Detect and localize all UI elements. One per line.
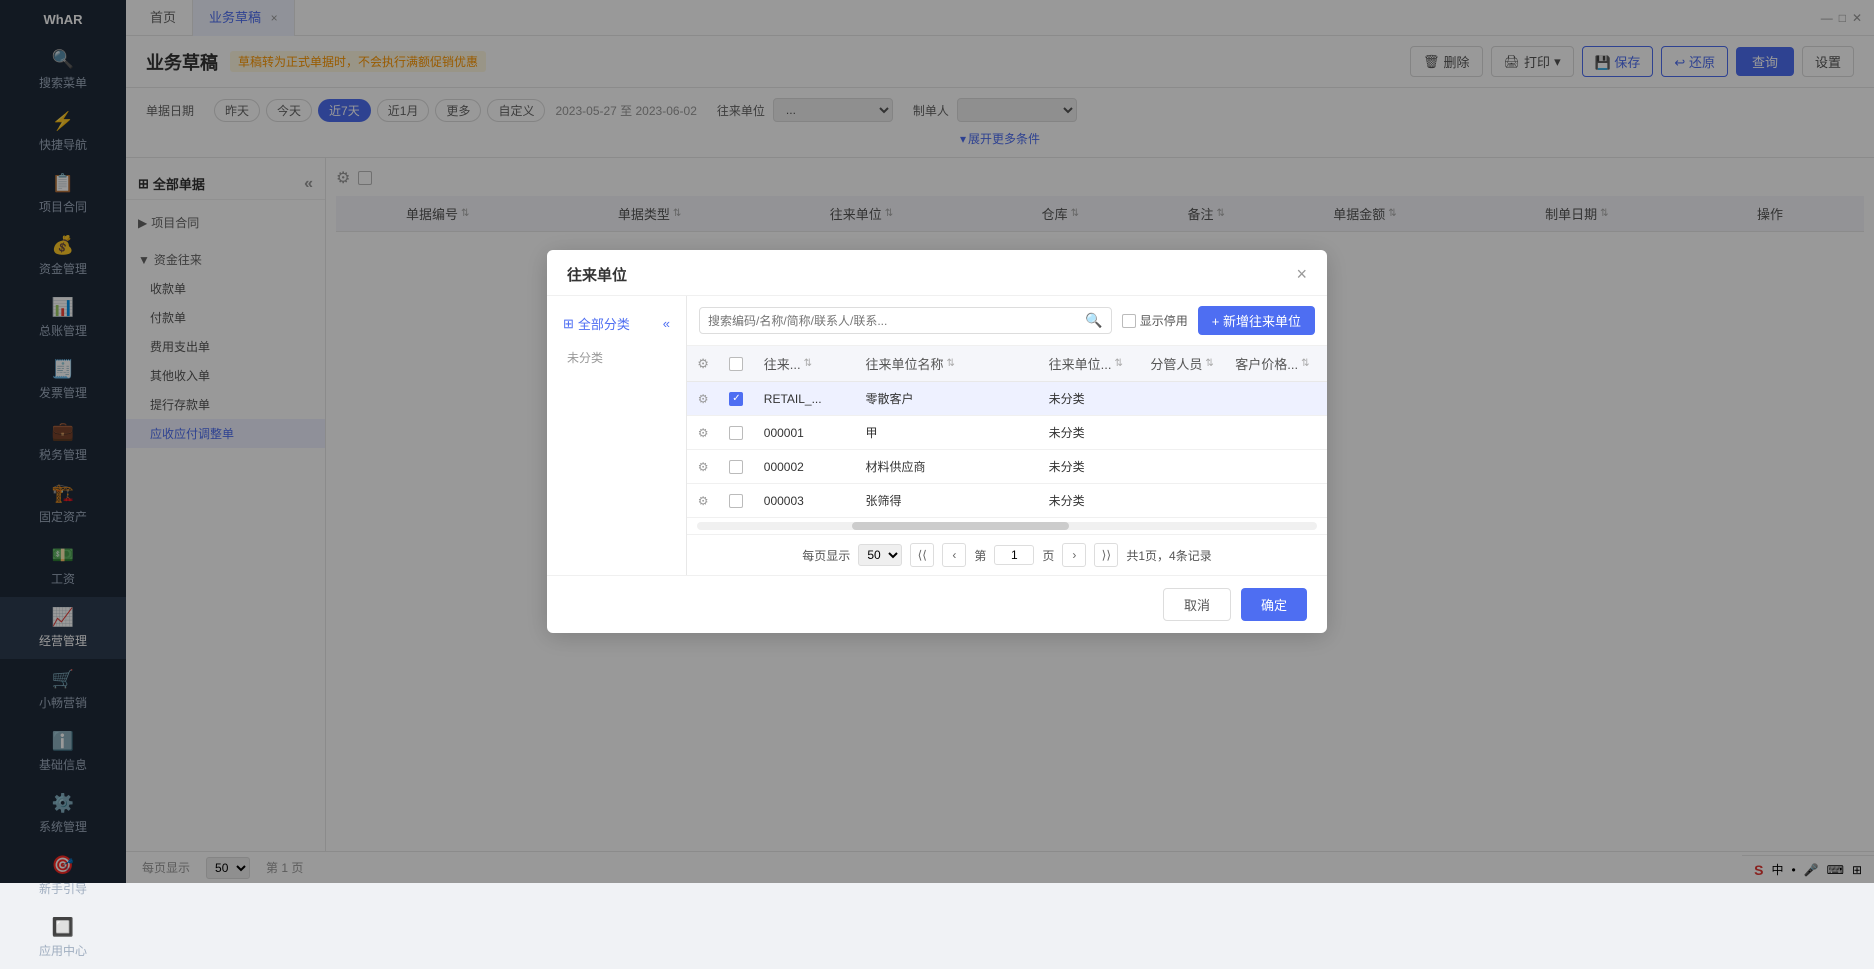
row-gear-cell: ⚙ [687, 416, 719, 450]
row-code-cell: 000003 [754, 484, 856, 518]
modal-party-table: ⚙ 往来... ⇅ 往来单位名称 ⇅ [687, 346, 1327, 518]
modal-next-page-btn[interactable]: › [1062, 543, 1086, 567]
modal-page-unit: 页 [1042, 547, 1054, 564]
row-code-cell: 000001 [754, 416, 856, 450]
modal-total-text: 共1页，4条记录 [1126, 547, 1211, 564]
modal-overlay: 往来单位 × ⊞ 全部分类 « 未分类 [0, 0, 1874, 883]
modal-pagination: 每页显示 50 ⟨⟨ ‹ 第 1 页 › ⟩⟩ 共1页，4条记录 [687, 534, 1327, 575]
row-gear-icon[interactable]: ⚙ [698, 460, 709, 474]
row-gear-icon[interactable]: ⚙ [698, 494, 709, 508]
row-name-cell: 材料供应商 [856, 450, 1039, 484]
row-gear-cell: ⚙ [687, 382, 719, 416]
row-checkbox[interactable] [729, 426, 743, 440]
modal-table-row[interactable]: ⚙ 000003 张筛得 未分类 [687, 484, 1327, 518]
modal-cancel-button[interactable]: 取消 [1163, 588, 1231, 621]
modal-close-button[interactable]: × [1296, 264, 1307, 285]
row-price-cell [1225, 484, 1327, 518]
modal-show-disabled: 显示停用 [1122, 312, 1188, 329]
modal-left-panel: ⊞ 全部分类 « 未分类 [547, 296, 687, 575]
row-checkbox[interactable]: ✓ [729, 392, 743, 406]
modal-th-category[interactable]: 往来单位... ⇅ [1039, 346, 1141, 382]
show-disabled-label: 显示停用 [1140, 312, 1188, 329]
modal-table-row[interactable]: ⚙ ✓ RETAIL_... 零散客户 未分类 [687, 382, 1327, 416]
modal-last-page-btn[interactable]: ⟩⟩ [1094, 543, 1118, 567]
row-gear-icon[interactable]: ⚙ [698, 426, 709, 440]
row-price-cell [1225, 450, 1327, 484]
modal-th-code[interactable]: 往来... ⇅ [754, 346, 856, 382]
add-party-button[interactable]: + 新增往来单位 [1198, 306, 1315, 335]
row-person-cell [1140, 416, 1225, 450]
modal-first-page-btn[interactable]: ⟨⟨ [910, 543, 934, 567]
row-person-cell [1140, 484, 1225, 518]
row-check-cell: ✓ [719, 382, 754, 416]
modal-table-row[interactable]: ⚙ 000002 材料供应商 未分类 [687, 450, 1327, 484]
modal-uncategorized-label: 未分类 [567, 349, 603, 366]
modal-search-input[interactable] [708, 314, 1079, 328]
row-checkbox[interactable] [729, 460, 743, 474]
modal-title: 往来单位 [567, 264, 627, 285]
modal-per-page-select[interactable]: 50 [858, 544, 902, 566]
app-center-icon: 🔲 [52, 917, 74, 938]
modal-party: 往来单位 × ⊞ 全部分类 « 未分类 [547, 250, 1327, 633]
modal-page-word: 第 [974, 547, 986, 564]
row-person-cell [1140, 450, 1225, 484]
modal-search-icon: 🔍 [1085, 312, 1102, 329]
modal-select-all-checkbox[interactable] [729, 357, 743, 371]
row-category-cell: 未分类 [1039, 450, 1141, 484]
row-person-cell [1140, 382, 1225, 416]
row-gear-cell: ⚙ [687, 484, 719, 518]
modal-header: 往来单位 × [547, 250, 1327, 296]
modal-confirm-button[interactable]: 确定 [1241, 588, 1307, 621]
modal-table-wrap: ⚙ 往来... ⇅ 往来单位名称 ⇅ [687, 346, 1327, 518]
modal-footer: 取消 确定 [547, 575, 1327, 633]
sidebar-label-app-center: 应用中心 [39, 942, 87, 959]
sidebar-item-app-center[interactable]: 🔲 应用中心 [0, 907, 126, 969]
modal-th-gear: ⚙ [687, 346, 719, 382]
modal-toolbar: 🔍 显示停用 + 新增往来单位 [687, 296, 1327, 346]
modal-prev-page-btn[interactable]: ‹ [942, 543, 966, 567]
modal-collapse-icon: « [663, 316, 670, 331]
modal-th-check [719, 346, 754, 382]
modal-th-price[interactable]: 客户价格... ⇅ [1225, 346, 1327, 382]
modal-th-person[interactable]: 分管人员 ⇅ [1140, 346, 1225, 382]
row-gear-cell: ⚙ [687, 450, 719, 484]
row-category-cell: 未分类 [1039, 484, 1141, 518]
row-code-cell: RETAIL_... [754, 382, 856, 416]
row-name-cell: 甲 [856, 416, 1039, 450]
row-price-cell [1225, 382, 1327, 416]
modal-scrollbar-thumb [852, 522, 1069, 530]
grid-icon-modal: ⊞ [563, 316, 574, 332]
modal-table-row[interactable]: ⚙ 000001 甲 未分类 [687, 416, 1327, 450]
show-disabled-checkbox[interactable] [1122, 314, 1136, 328]
row-price-cell [1225, 416, 1327, 450]
modal-all-categories[interactable]: ⊞ 全部分类 « [547, 306, 686, 341]
row-check-cell [719, 416, 754, 450]
row-check-cell [719, 450, 754, 484]
row-category-cell: 未分类 [1039, 416, 1141, 450]
row-name-cell: 张筛得 [856, 484, 1039, 518]
modal-page-input[interactable]: 1 [994, 545, 1034, 565]
modal-search-wrap: 🔍 [699, 307, 1112, 334]
row-category-cell: 未分类 [1039, 382, 1141, 416]
row-checkbox[interactable] [729, 494, 743, 508]
per-page-label: 每页显示 [802, 547, 850, 564]
row-code-cell: 000002 [754, 450, 856, 484]
row-check-cell [719, 484, 754, 518]
row-name-cell: 零散客户 [856, 382, 1039, 416]
modal-body: ⊞ 全部分类 « 未分类 🔍 显示停用 [547, 296, 1327, 575]
modal-uncategorized[interactable]: 未分类 [547, 341, 686, 374]
row-gear-icon[interactable]: ⚙ [698, 392, 709, 406]
modal-all-categories-label: 全部分类 [578, 314, 630, 333]
modal-scrollbar[interactable] [697, 522, 1317, 530]
modal-th-name[interactable]: 往来单位名称 ⇅ [856, 346, 1039, 382]
modal-table-gear-icon[interactable]: ⚙ [697, 356, 709, 371]
modal-right-panel: 🔍 显示停用 + 新增往来单位 ⚙ [687, 296, 1327, 575]
